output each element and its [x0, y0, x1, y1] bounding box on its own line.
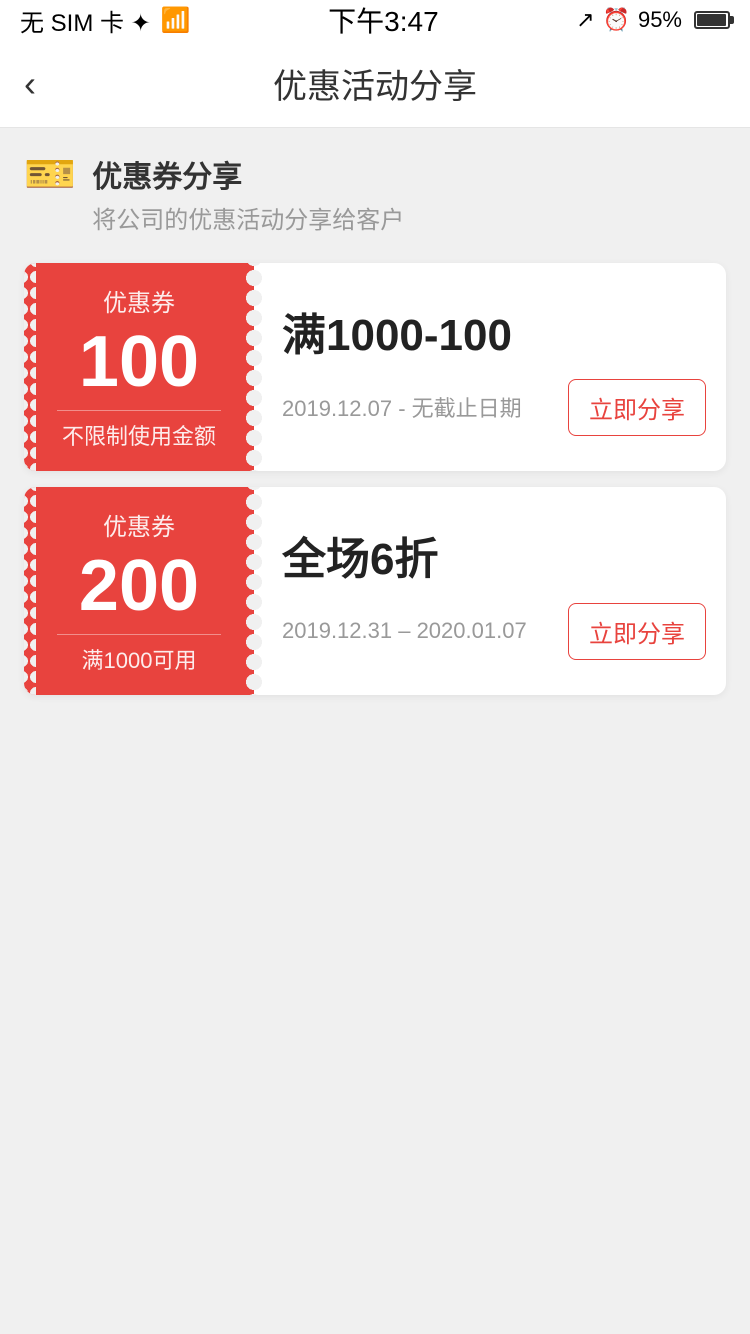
battery-icon [694, 11, 730, 29]
coupon-list: 优惠券 100 不限制使用金额 满1000-100 2019.12.07 - 无… [0, 247, 750, 711]
coupon-amount-0: 100 [79, 326, 199, 398]
status-left: 无 SIM 卡 ✦ 📶 [20, 3, 191, 38]
alarm-icon: ⏰ [603, 7, 630, 33]
coupon-right-1: 全场6折 2019.12.31 – 2020.01.07 立即分享 [254, 487, 726, 695]
coupon-date-0: 2019.12.07 - 无截止日期 [282, 391, 558, 423]
section-text: 优惠券分享 将公司的优惠活动分享给客户 [92, 152, 404, 235]
coupon-card-1: 优惠券 200 满1000可用 全场6折 2019.12.31 – 2020.0… [24, 487, 726, 695]
coupon-card-0: 优惠券 100 不限制使用金额 满1000-100 2019.12.07 - 无… [24, 263, 726, 471]
coupon-label-1: 优惠券 [103, 507, 175, 542]
coupon-divider-0 [57, 410, 222, 411]
coupon-meta-0: 2019.12.07 - 无截止日期 立即分享 [282, 379, 706, 436]
section-subtitle: 将公司的优惠活动分享给客户 [92, 200, 404, 235]
coupon-name-1: 全场6折 [282, 523, 706, 587]
coupon-meta-1: 2019.12.31 – 2020.01.07 立即分享 [282, 603, 706, 660]
sim-status: 无 SIM 卡 ✦ [20, 3, 151, 38]
coupon-left-1: 优惠券 200 满1000可用 [24, 487, 254, 695]
coupon-condition-0: 不限制使用金额 [62, 419, 216, 451]
coupon-share-button-1[interactable]: 立即分享 [568, 603, 706, 660]
location-icon: ↗ [576, 7, 594, 33]
coupon-name-0: 满1000-100 [282, 299, 706, 363]
coupon-label-0: 优惠券 [103, 283, 175, 318]
coupon-right-0: 满1000-100 2019.12.07 - 无截止日期 立即分享 [254, 263, 726, 471]
coupon-divider-1 [57, 634, 222, 635]
page-title: 优惠活动分享 [273, 59, 477, 108]
coupon-share-icon: 🎫 [24, 150, 76, 199]
back-button[interactable]: ‹ [24, 63, 36, 105]
status-time: 下午3:47 [328, 0, 439, 40]
coupon-date-1: 2019.12.31 – 2020.01.07 [282, 618, 558, 644]
nav-bar: ‹ 优惠活动分享 [0, 40, 750, 128]
battery-percent: 95% [638, 7, 682, 33]
coupon-condition-1: 满1000可用 [82, 643, 197, 675]
coupon-share-button-0[interactable]: 立即分享 [568, 379, 706, 436]
section-title: 优惠券分享 [92, 152, 404, 196]
empty-area [0, 711, 750, 1311]
coupon-amount-1: 200 [79, 550, 199, 622]
section-header: 🎫 优惠券分享 将公司的优惠活动分享给客户 [0, 128, 750, 247]
status-bar: 无 SIM 卡 ✦ 📶 下午3:47 ↗ ⏰ 95% [0, 0, 750, 40]
status-right: ↗ ⏰ 95% [576, 7, 730, 33]
wifi-icon: 📶 [161, 6, 191, 35]
coupon-left-0: 优惠券 100 不限制使用金额 [24, 263, 254, 471]
